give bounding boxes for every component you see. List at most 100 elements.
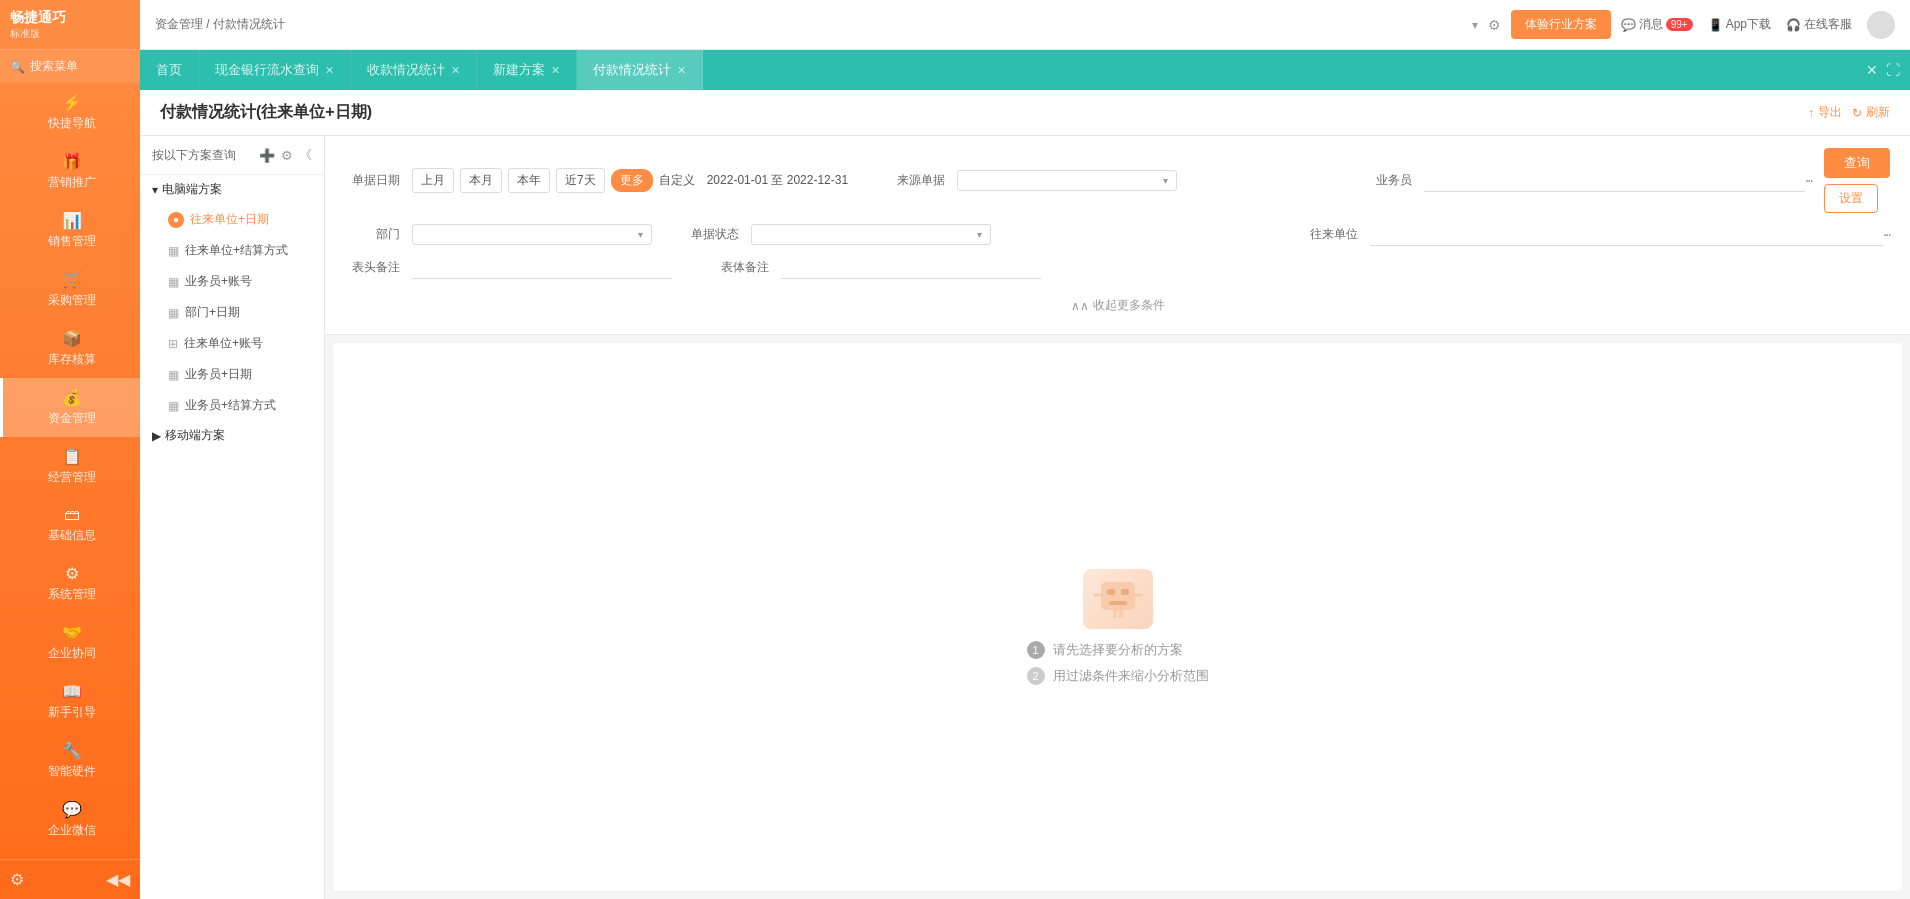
export-button[interactable]: ↑ 导出 bbox=[1808, 104, 1842, 121]
body-note-input[interactable] bbox=[781, 256, 1041, 279]
scheme-grid-icon-4: ▦ bbox=[168, 368, 179, 382]
settings-bottom-icon[interactable]: ⚙ bbox=[10, 870, 24, 889]
nav-item-sales[interactable]: 📊 销售管理 bbox=[0, 201, 140, 260]
staff-more-icon[interactable]: ··· bbox=[1805, 172, 1812, 190]
date-btn-thisyear[interactable]: 本年 bbox=[508, 168, 550, 193]
nav-item-inventory[interactable]: 📦 库存核算 bbox=[0, 319, 140, 378]
scheme-staff-settle[interactable]: ▦ 业务员+结算方式 bbox=[140, 390, 324, 421]
panel-collapse-icon[interactable]: 《 bbox=[299, 146, 312, 164]
nav-item-operations[interactable]: 📋 经营管理 bbox=[0, 437, 140, 496]
tab-bank-close[interactable]: ✕ bbox=[325, 64, 334, 77]
app-download-button[interactable]: 📱 App下载 bbox=[1708, 16, 1771, 33]
filter-row-3: 表头备注 表体备注 bbox=[345, 256, 1890, 279]
tab-home-label: 首页 bbox=[156, 61, 182, 79]
nav-item-guide[interactable]: 📖 新手引导 bbox=[0, 672, 140, 731]
tab-new-scheme-close[interactable]: ✕ bbox=[551, 64, 560, 77]
scheme-staff-account[interactable]: ▦ 业务员+账号 bbox=[140, 266, 324, 297]
online-service-button[interactable]: 🎧 在线客服 bbox=[1786, 16, 1852, 33]
search-menu[interactable]: 🔍 搜索菜单 bbox=[0, 50, 140, 83]
svg-rect-2 bbox=[1121, 589, 1129, 595]
tab-bank[interactable]: 现金银行流水查询 ✕ bbox=[199, 50, 351, 90]
staff-input[interactable] bbox=[1424, 169, 1805, 192]
content-layout: 按以下方案查询 ➕ ⚙ 《 ▾ 电脑端方案 ● 往来单位+日期 ▦ 往来单位+结… bbox=[140, 136, 1910, 899]
tab-home[interactable]: 首页 bbox=[140, 50, 199, 90]
dept-label: 部门 bbox=[345, 226, 400, 243]
nav-item-quicknav[interactable]: ⚡ 快捷导航 bbox=[0, 83, 140, 142]
add-scheme-icon[interactable]: ➕ bbox=[259, 148, 275, 163]
scheme-staff-account-label: 业务员+账号 bbox=[185, 273, 252, 290]
topbar-dropdown-icon[interactable]: ▾ bbox=[1472, 18, 1478, 32]
nav-item-system[interactable]: ⚙ 系统管理 bbox=[0, 554, 140, 613]
messages-button[interactable]: 💬 消息 99+ bbox=[1621, 16, 1693, 33]
nav-item-capital[interactable]: 💰 资金管理 bbox=[0, 378, 140, 437]
online-service-label: 在线客服 bbox=[1804, 16, 1852, 33]
empty-tip-2-text: 用过滤条件来缩小分析范围 bbox=[1053, 667, 1209, 685]
scheme-dept-date[interactable]: ▦ 部门+日期 bbox=[140, 297, 324, 328]
voucher-status-select[interactable]: ▾ bbox=[751, 224, 991, 245]
scheme-staff-date-label: 业务员+日期 bbox=[185, 366, 252, 383]
tab-payments[interactable]: 付款情况统计 ✕ bbox=[577, 50, 703, 90]
date-btn-lastmonth[interactable]: 上月 bbox=[412, 168, 454, 193]
date-range-display: 2022-01-01 至 2022-12-31 bbox=[707, 172, 848, 189]
nav-item-basic[interactable]: 🗃 基础信息 bbox=[0, 496, 140, 554]
app-name: 畅捷通巧 bbox=[10, 9, 66, 27]
body-note-label: 表体备注 bbox=[714, 259, 769, 276]
mobile-group-label: 移动端方案 bbox=[165, 427, 225, 444]
enterprise-icon: 🤝 bbox=[62, 623, 82, 642]
tab-receipts[interactable]: 收款情况统计 ✕ bbox=[351, 50, 477, 90]
user-avatar[interactable] bbox=[1867, 11, 1895, 39]
expand-tabs-icon[interactable]: ⛶ bbox=[1886, 62, 1900, 78]
hardware-icon: 🔧 bbox=[62, 741, 82, 760]
filter-settings-button[interactable]: 设置 bbox=[1824, 184, 1878, 213]
date-btn-thismonth[interactable]: 本月 bbox=[460, 168, 502, 193]
nav-item-hardware[interactable]: 🔧 智能硬件 bbox=[0, 731, 140, 790]
nav-item-quicknav-label: 快捷导航 bbox=[48, 115, 96, 132]
nav-item-marketing[interactable]: 🎁 营销推广 bbox=[0, 142, 140, 201]
collapse-sidebar-icon[interactable]: ◀◀ bbox=[106, 870, 130, 889]
counterpart-label: 往来单位 bbox=[1303, 226, 1358, 243]
query-button[interactable]: 查询 bbox=[1824, 148, 1890, 178]
tab-new-scheme[interactable]: 新建方案 ✕ bbox=[477, 50, 577, 90]
nav-item-wechat[interactable]: 💬 企业微信 bbox=[0, 790, 140, 849]
mobile-group-arrow: ▶ bbox=[152, 429, 161, 443]
topbar-gear-icon[interactable]: ⚙ bbox=[1488, 17, 1501, 33]
trial-button[interactable]: 体验行业方案 bbox=[1511, 10, 1611, 39]
counterpart-more-icon[interactable]: ··· bbox=[1883, 226, 1890, 244]
scheme-unit-settle[interactable]: ▦ 往来单位+结算方式 bbox=[140, 235, 324, 266]
empty-tip-2: 2 用过滤条件来缩小分析范围 bbox=[1027, 667, 1209, 685]
scheme-unit-account[interactable]: ⊞ 往来单位+账号 bbox=[140, 328, 324, 359]
left-panel-title: 按以下方案查询 bbox=[152, 147, 236, 164]
message-icon: 💬 bbox=[1621, 18, 1636, 32]
collapse-arrow-icon: ∧∧ bbox=[1071, 299, 1089, 313]
tab-payments-close[interactable]: ✕ bbox=[677, 64, 686, 77]
counterpart-input[interactable] bbox=[1370, 223, 1883, 246]
voucher-status-label: 单据状态 bbox=[684, 226, 739, 243]
sidebar-bottom: ⚙ ◀◀ bbox=[0, 859, 140, 899]
date-custom-label[interactable]: 自定义 bbox=[659, 172, 695, 189]
header-note-label: 表头备注 bbox=[345, 259, 400, 276]
nav-item-purchase[interactable]: 🛒 采购管理 bbox=[0, 260, 140, 319]
date-btn-7days[interactable]: 近7天 bbox=[556, 168, 605, 193]
data-area: 1 请先选择要分析的方案 2 用过滤条件来缩小分析范围 bbox=[333, 343, 1902, 891]
staff-label: 业务员 bbox=[1357, 172, 1412, 189]
header-note-input[interactable] bbox=[412, 256, 672, 279]
scheme-settings-icon[interactable]: ⚙ bbox=[281, 148, 293, 163]
scheme-unit-date[interactable]: ● 往来单位+日期 bbox=[140, 204, 324, 235]
filter-actions: 查询 设置 bbox=[1824, 148, 1890, 213]
scheme-unit-settle-label: 往来单位+结算方式 bbox=[185, 242, 288, 259]
refresh-button[interactable]: ↻ 刷新 bbox=[1852, 104, 1890, 121]
tab-receipts-close[interactable]: ✕ bbox=[451, 64, 460, 77]
desktop-scheme-group[interactable]: ▾ 电脑端方案 bbox=[140, 175, 324, 204]
tab-new-scheme-label: 新建方案 bbox=[493, 61, 545, 79]
dept-select[interactable]: ▾ bbox=[412, 224, 652, 245]
sales-icon: 📊 bbox=[62, 211, 82, 230]
source-select[interactable]: ▾ bbox=[957, 170, 1177, 191]
scheme-staff-date[interactable]: ▦ 业务员+日期 bbox=[140, 359, 324, 390]
nav-item-enterprise[interactable]: 🤝 企业协同 bbox=[0, 613, 140, 672]
refresh-icon: ↻ bbox=[1852, 106, 1862, 120]
nav-item-member[interactable]: ⭐ 畅会员 bbox=[0, 849, 140, 859]
collapse-filter-button[interactable]: ∧∧ 收起更多条件 bbox=[1071, 289, 1165, 322]
mobile-scheme-group[interactable]: ▶ 移动端方案 bbox=[140, 421, 324, 450]
close-all-tabs-icon[interactable]: ✕ bbox=[1866, 62, 1878, 78]
date-btn-more[interactable]: 更多 bbox=[611, 169, 653, 192]
